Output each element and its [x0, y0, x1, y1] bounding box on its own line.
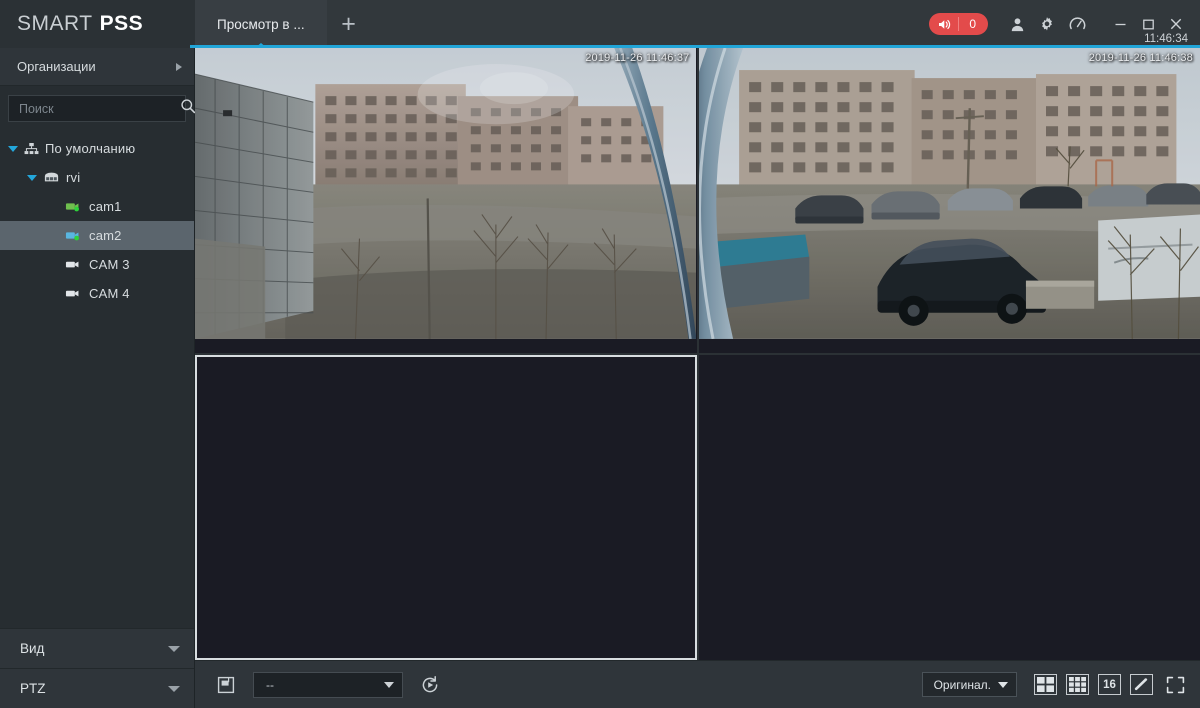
tree-node-cam4[interactable]: CAM 4 — [0, 279, 194, 308]
sidebar-collapsible-sections: Вид PTZ — [0, 628, 194, 708]
organizations-label: Организации — [17, 59, 96, 74]
camera-icon-gray — [65, 287, 83, 300]
tree-node-cam2[interactable]: cam2 — [0, 221, 194, 250]
chevron-right-icon — [176, 62, 182, 71]
chevron-down-icon — [168, 685, 180, 692]
video-cell-3[interactable] — [698, 355, 1200, 660]
org-tree-icon — [24, 142, 39, 156]
brand-pss: PSS — [99, 12, 144, 35]
chevron-down-icon[interactable] — [27, 174, 37, 181]
tab-live-view-label: Просмотр в ... — [217, 16, 305, 32]
sidebar: Организации Поиск По умолчанию rvi cam1 … — [0, 48, 196, 708]
main-area: 2019-11-26 11:46:37 2019-11-26 11:46:38 … — [195, 48, 1200, 708]
layout-16-label: 16 — [1103, 678, 1116, 691]
gauge-icon[interactable] — [1062, 0, 1092, 48]
video-stream-cam1 — [195, 48, 697, 339]
layout-16-button[interactable]: 16 — [1098, 674, 1121, 695]
video-osd-timestamp: 2019-11-26 11:46:38 — [1088, 52, 1193, 64]
tree-node-cam1[interactable]: cam1 — [0, 192, 194, 221]
tab-strip: Просмотр в ... + — [195, 0, 371, 48]
tab-live-view[interactable]: Просмотр в ... — [195, 0, 327, 48]
layout-controls: Оригинал. 16 — [921, 672, 1188, 697]
video-grid: 2019-11-26 11:46:37 2019-11-26 11:46:38 — [195, 48, 1200, 660]
video-osd-timestamp: 2019-11-26 11:46:37 — [585, 52, 690, 64]
stream-quality-value: Оригинал. — [933, 677, 991, 692]
tree-node-label: CAM 3 — [89, 257, 130, 272]
tree-node-default-org[interactable]: По умолчанию — [0, 134, 194, 163]
sidebar-section-ptz-label: PTZ — [20, 681, 46, 696]
minimize-icon[interactable] — [1106, 0, 1134, 48]
add-tab-button[interactable]: + — [326, 0, 371, 48]
chevron-down-icon — [998, 681, 1008, 688]
video-cell-0[interactable]: 2019-11-26 11:46:37 — [195, 48, 697, 353]
device-search[interactable] — [8, 95, 196, 122]
camera-icon-blue — [65, 229, 83, 242]
tree-node-rvi-device[interactable]: rvi — [0, 163, 194, 192]
title-bar: SMART PSS Просмотр в ... + 0 11:46:34 — [0, 0, 1200, 48]
system-clock: 11:46:34 — [1144, 33, 1188, 45]
chevron-down-icon[interactable] — [8, 145, 18, 152]
video-cell-2[interactable] — [195, 355, 697, 660]
speaker-icon — [937, 18, 951, 31]
sidebar-section-view[interactable]: Вид — [0, 628, 194, 668]
chevron-down-icon — [384, 681, 394, 688]
gear-icon[interactable] — [1032, 0, 1062, 48]
tree-node-label: По умолчанию — [45, 141, 136, 156]
app-logo: SMART PSS — [0, 0, 195, 48]
brand-smart: SMART — [17, 12, 93, 35]
chevron-down-icon — [168, 645, 180, 652]
camera-icon-gray — [65, 258, 83, 271]
fullscreen-button[interactable] — [1162, 673, 1188, 696]
tree-node-label: cam1 — [89, 199, 122, 214]
device-tree: По умолчанию rvi cam1 cam2 CAM 3 CAM 4 — [0, 128, 194, 628]
tree-node-label: rvi — [66, 170, 81, 185]
alarm-badge[interactable]: 0 — [929, 13, 988, 35]
sidebar-section-view-label: Вид — [20, 641, 45, 656]
search-input[interactable] — [19, 101, 180, 116]
layout-custom-button[interactable] — [1130, 674, 1153, 695]
layout-9-button[interactable] — [1066, 674, 1089, 695]
organizations-header[interactable]: Организации — [0, 48, 194, 86]
smart-pss-window: SMART PSS Просмотр в ... + 0 11:46:34 Ор… — [0, 0, 1200, 708]
search-icon[interactable] — [180, 98, 196, 119]
stream-quality-select[interactable]: Оригинал. — [921, 672, 1017, 697]
tour-refresh-icon[interactable] — [417, 672, 443, 698]
layout-4-button[interactable] — [1034, 674, 1057, 695]
bottom-toolbar: -- Оригинал. 16 — [195, 660, 1200, 708]
user-icon[interactable] — [1002, 0, 1032, 48]
video-cell-1[interactable]: 2019-11-26 11:46:38 — [698, 48, 1200, 353]
tree-node-label: cam2 — [89, 228, 122, 243]
window-body: Организации Поиск По умолчанию rvi cam1 … — [0, 48, 1200, 708]
tree-node-label: CAM 4 — [89, 286, 130, 301]
alarm-count: 0 — [958, 17, 985, 31]
preset-select[interactable]: -- — [253, 671, 403, 698]
sidebar-section-ptz[interactable]: PTZ — [0, 668, 194, 708]
camera-icon-green — [65, 200, 83, 213]
tree-node-cam3[interactable]: CAM 3 — [0, 250, 194, 279]
device-nvr-icon — [43, 171, 60, 184]
save-disk-icon[interactable] — [213, 672, 239, 698]
preset-select-value: -- — [266, 677, 274, 692]
video-stream-cam2 — [698, 48, 1200, 339]
